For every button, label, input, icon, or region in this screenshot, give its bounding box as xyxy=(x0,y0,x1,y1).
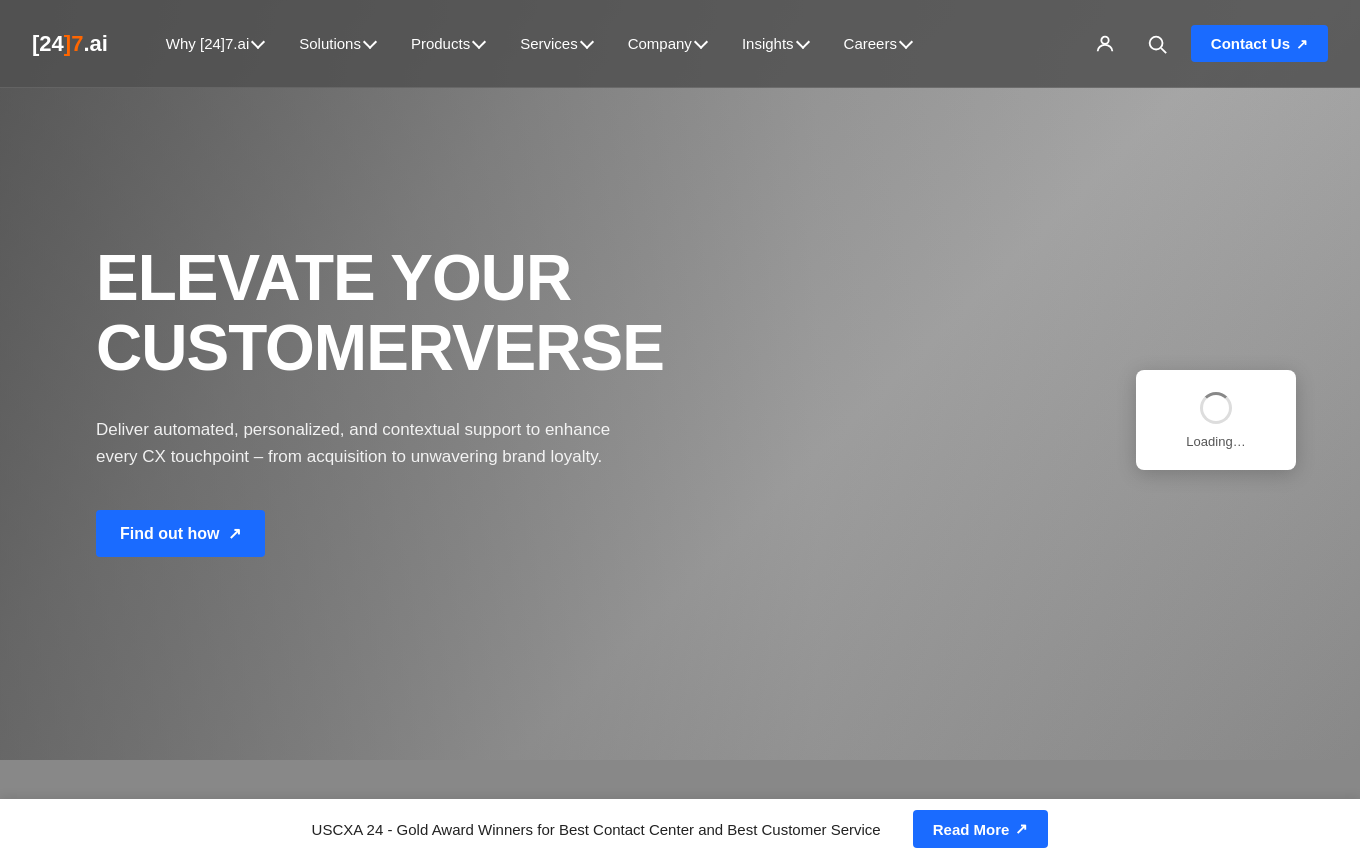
logo-ai: .ai xyxy=(83,31,107,57)
nav-item-services[interactable]: Services xyxy=(502,0,610,88)
arrow-icon: ↗ xyxy=(1015,820,1028,838)
search-icon xyxy=(1146,33,1168,55)
logo[interactable]: [ 24 ]7 .ai xyxy=(32,31,108,57)
nav-item-careers[interactable]: Careers xyxy=(826,0,929,88)
chevron-down-icon xyxy=(796,35,810,49)
nav-item-solutions[interactable]: Solutions xyxy=(281,0,393,88)
chevron-down-icon xyxy=(580,35,594,49)
hero-title: ELEVATE YOUR CUSTOMERVERSE xyxy=(96,243,664,384)
nav-actions: Contact Us ↗ xyxy=(1087,25,1328,62)
svg-line-2 xyxy=(1161,48,1166,53)
hero-section: ELEVATE YOUR CUSTOMERVERSE Deliver autom… xyxy=(0,0,1360,760)
logo-24: 24 xyxy=(39,31,63,57)
read-more-button[interactable]: Read More ↗ xyxy=(913,810,1049,848)
search-button[interactable] xyxy=(1139,26,1175,62)
logo-7: ]7 xyxy=(64,31,84,57)
loading-text: Loading… xyxy=(1186,434,1245,449)
chevron-down-icon xyxy=(694,35,708,49)
logo-bracket-open: [ xyxy=(32,31,39,57)
user-icon xyxy=(1094,33,1116,55)
nav-item-products[interactable]: Products xyxy=(393,0,502,88)
find-out-how-button[interactable]: Find out how ↗ xyxy=(96,510,265,557)
loading-card: Loading… xyxy=(1136,370,1296,470)
user-button[interactable] xyxy=(1087,26,1123,62)
chevron-down-icon xyxy=(472,35,486,49)
arrow-icon: ↗ xyxy=(228,524,241,543)
banner-text: USCXA 24 - Gold Award Winners for Best C… xyxy=(312,821,881,838)
nav-item-why[interactable]: Why [24]7.ai xyxy=(148,0,281,88)
nav-links: Why [24]7.ai Solutions Products Services… xyxy=(148,0,1087,88)
arrow-icon: ↗ xyxy=(1296,36,1308,52)
hero-content: ELEVATE YOUR CUSTOMERVERSE Deliver autom… xyxy=(0,243,664,557)
svg-point-0 xyxy=(1101,36,1108,43)
contact-us-button[interactable]: Contact Us ↗ xyxy=(1191,25,1328,62)
chevron-down-icon xyxy=(363,35,377,49)
loading-spinner xyxy=(1200,392,1232,424)
bottom-banner: USCXA 24 - Gold Award Winners for Best C… xyxy=(0,799,1360,859)
nav-item-insights[interactable]: Insights xyxy=(724,0,826,88)
chevron-down-icon xyxy=(251,35,265,49)
hero-subtitle: Deliver automated, personalized, and con… xyxy=(96,416,656,470)
nav-item-company[interactable]: Company xyxy=(610,0,724,88)
main-nav: [ 24 ]7 .ai Why [24]7.ai Solutions Produ… xyxy=(0,0,1360,88)
chevron-down-icon xyxy=(899,35,913,49)
svg-point-1 xyxy=(1149,36,1162,49)
